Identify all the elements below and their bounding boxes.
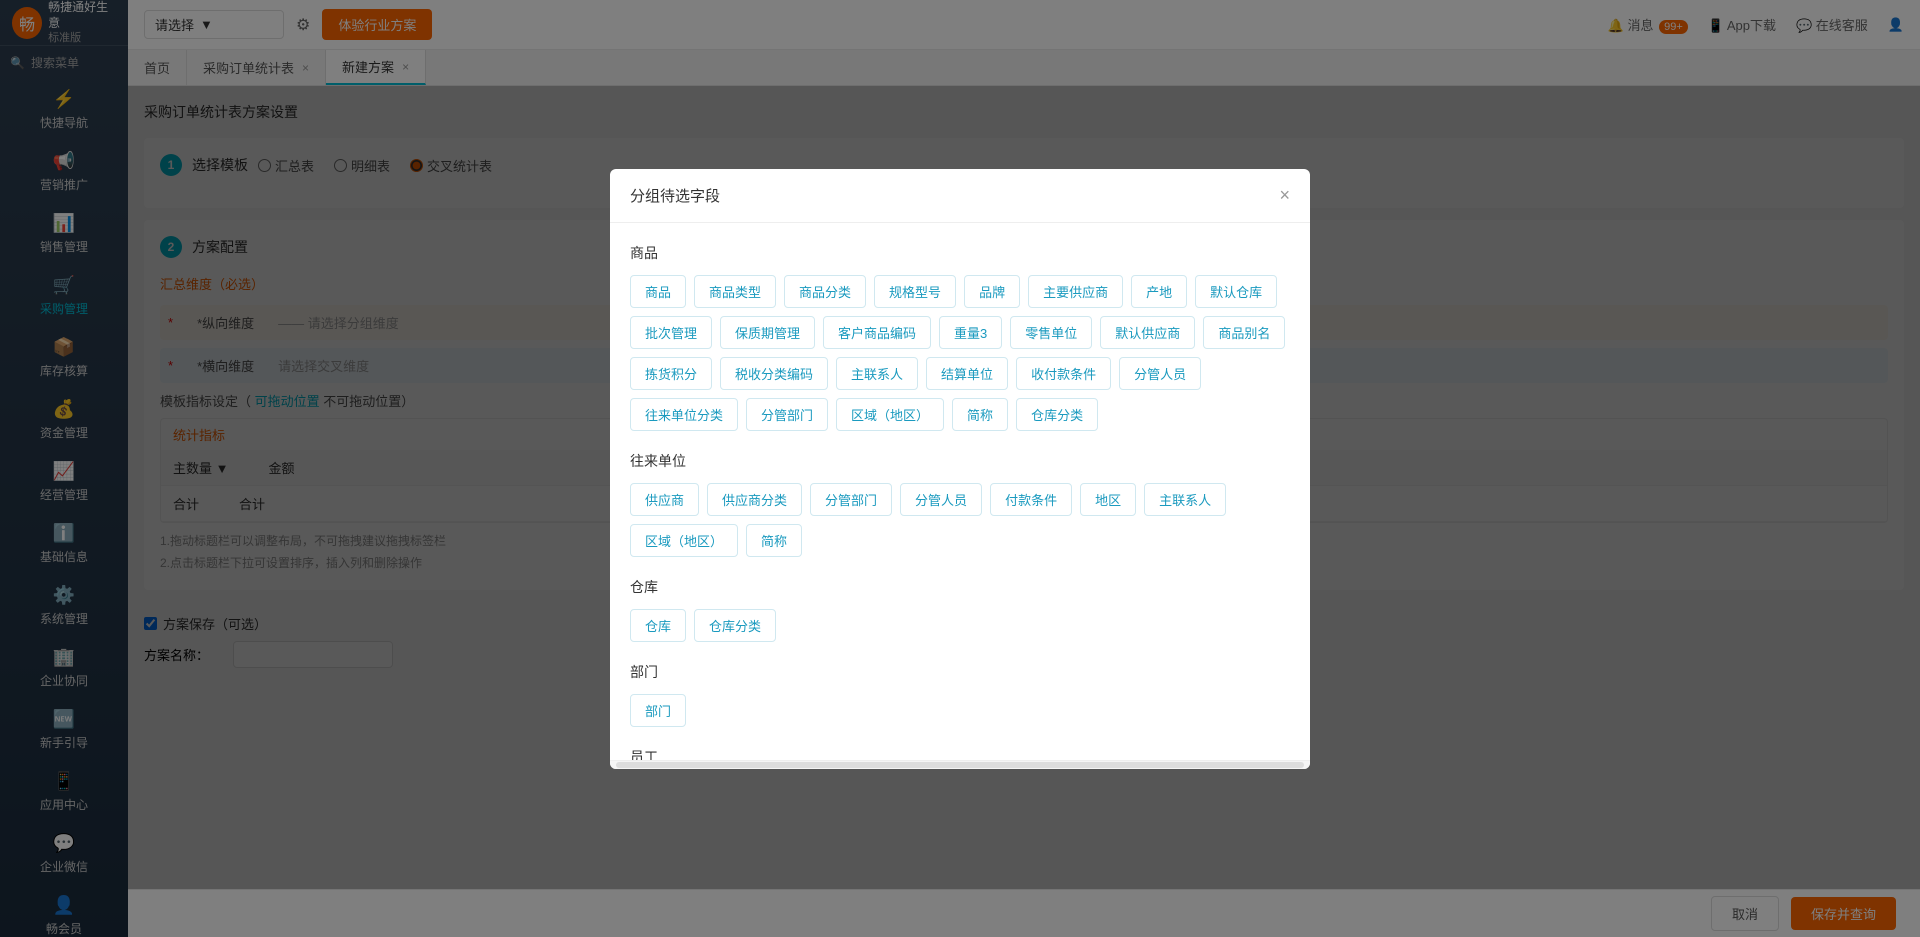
section-title-employee: 员工 xyxy=(630,747,1290,760)
field-tag-0-12[interactable]: 零售单位 xyxy=(1010,316,1092,349)
field-tag-0-23[interactable]: 区域（地区） xyxy=(836,398,944,431)
field-tag-0-7[interactable]: 默认仓库 xyxy=(1195,275,1277,308)
field-tag-0-14[interactable]: 商品别名 xyxy=(1203,316,1285,349)
field-tag-1-2[interactable]: 分管部门 xyxy=(810,483,892,516)
section-title-partner: 往来单位 xyxy=(630,451,1290,471)
section-title-warehouse: 仓库 xyxy=(630,577,1290,597)
modal-section-warehouse: 仓库仓库仓库分类 xyxy=(630,577,1290,642)
field-tag-1-8[interactable]: 简称 xyxy=(746,524,802,557)
section-title-product: 商品 xyxy=(630,243,1290,263)
modal-overlay[interactable]: 分组待选字段 × 商品商品商品类型商品分类规格型号品牌主要供应商产地默认仓库批次… xyxy=(0,0,1920,937)
field-tag-0-9[interactable]: 保质期管理 xyxy=(720,316,815,349)
field-tag-0-6[interactable]: 产地 xyxy=(1131,275,1187,308)
field-tags-department: 部门 xyxy=(630,694,1290,727)
field-tag-1-0[interactable]: 供应商 xyxy=(630,483,699,516)
field-tag-0-4[interactable]: 品牌 xyxy=(964,275,1020,308)
field-tag-3-0[interactable]: 部门 xyxy=(630,694,686,727)
field-tag-1-6[interactable]: 主联系人 xyxy=(1144,483,1226,516)
field-tag-0-2[interactable]: 商品分类 xyxy=(784,275,866,308)
modal-section-partner: 往来单位供应商供应商分类分管部门分管人员付款条件地区主联系人区域（地区）简称 xyxy=(630,451,1290,557)
field-tag-1-5[interactable]: 地区 xyxy=(1080,483,1136,516)
field-tag-0-24[interactable]: 简称 xyxy=(952,398,1008,431)
field-tag-0-11[interactable]: 重量3 xyxy=(939,316,1002,349)
field-tag-0-22[interactable]: 分管部门 xyxy=(746,398,828,431)
field-tag-0-15[interactable]: 拣货积分 xyxy=(630,357,712,390)
field-tags-partner: 供应商供应商分类分管部门分管人员付款条件地区主联系人区域（地区）简称 xyxy=(630,483,1290,557)
field-tag-0-16[interactable]: 税收分类编码 xyxy=(720,357,828,390)
field-tag-0-10[interactable]: 客户商品编码 xyxy=(823,316,931,349)
modal-section-employee: 员工业务员 xyxy=(630,747,1290,760)
field-tags-warehouse: 仓库仓库分类 xyxy=(630,609,1290,642)
field-tag-0-20[interactable]: 分管人员 xyxy=(1119,357,1201,390)
field-tag-0-0[interactable]: 商品 xyxy=(630,275,686,308)
section-title-department: 部门 xyxy=(630,662,1290,682)
field-tag-0-13[interactable]: 默认供应商 xyxy=(1100,316,1195,349)
modal-dialog: 分组待选字段 × 商品商品商品类型商品分类规格型号品牌主要供应商产地默认仓库批次… xyxy=(610,169,1310,769)
modal-header: 分组待选字段 × xyxy=(610,169,1310,223)
field-tag-0-19[interactable]: 收付款条件 xyxy=(1016,357,1111,390)
field-tag-2-1[interactable]: 仓库分类 xyxy=(694,609,776,642)
field-tag-0-1[interactable]: 商品类型 xyxy=(694,275,776,308)
modal-close-button[interactable]: × xyxy=(1279,185,1290,206)
modal-scrollbar-bottom[interactable] xyxy=(610,760,1310,769)
field-tags-product: 商品商品类型商品分类规格型号品牌主要供应商产地默认仓库批次管理保质期管理客户商品… xyxy=(630,275,1290,431)
field-tag-0-18[interactable]: 结算单位 xyxy=(926,357,1008,390)
modal-section-department: 部门部门 xyxy=(630,662,1290,727)
modal-body: 商品商品商品类型商品分类规格型号品牌主要供应商产地默认仓库批次管理保质期管理客户… xyxy=(610,223,1310,760)
field-tag-0-21[interactable]: 往来单位分类 xyxy=(630,398,738,431)
field-tag-0-5[interactable]: 主要供应商 xyxy=(1028,275,1123,308)
field-tag-0-17[interactable]: 主联系人 xyxy=(836,357,918,390)
field-tag-0-3[interactable]: 规格型号 xyxy=(874,275,956,308)
field-tag-0-8[interactable]: 批次管理 xyxy=(630,316,712,349)
modal-section-product: 商品商品商品类型商品分类规格型号品牌主要供应商产地默认仓库批次管理保质期管理客户… xyxy=(630,243,1290,431)
field-tag-1-4[interactable]: 付款条件 xyxy=(990,483,1072,516)
field-tag-2-0[interactable]: 仓库 xyxy=(630,609,686,642)
field-tag-1-7[interactable]: 区域（地区） xyxy=(630,524,738,557)
field-tag-1-1[interactable]: 供应商分类 xyxy=(707,483,802,516)
field-tag-0-25[interactable]: 仓库分类 xyxy=(1016,398,1098,431)
field-tag-1-3[interactable]: 分管人员 xyxy=(900,483,982,516)
modal-title: 分组待选字段 xyxy=(630,185,720,206)
